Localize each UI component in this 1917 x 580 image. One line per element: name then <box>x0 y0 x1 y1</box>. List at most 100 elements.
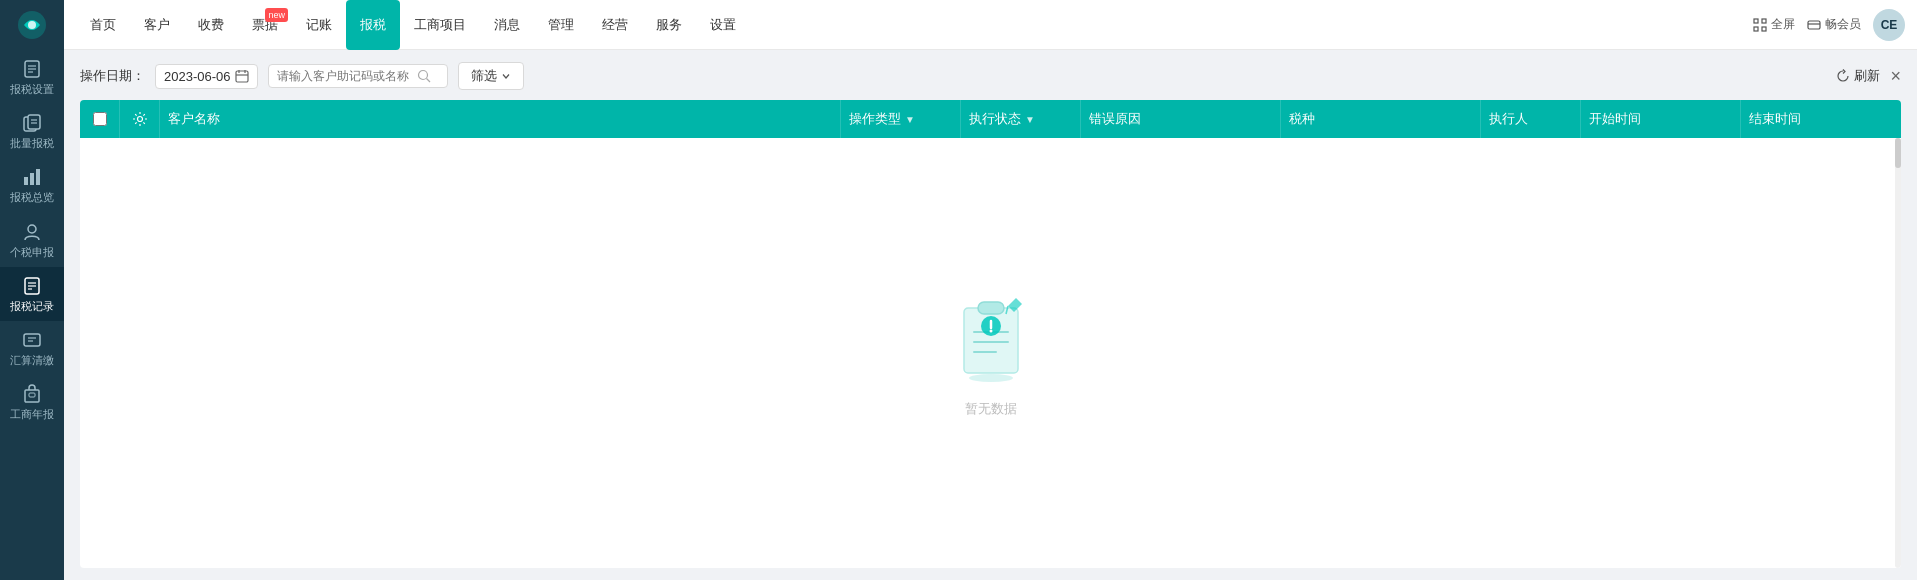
settings-icon <box>132 111 148 127</box>
svg-point-13 <box>28 225 36 233</box>
topnav: 首页 客户 收费 票据 new 记账 报税 工商项目 消息 管理 经营 <box>64 0 1917 50</box>
th-exec-status: 执行状态 ▼ <box>961 100 1081 138</box>
date-value: 2023-06-06 <box>164 69 231 84</box>
nav-shouye[interactable]: 首页 <box>76 0 130 50</box>
avatar[interactable]: CE <box>1873 9 1905 41</box>
topnav-right: 全屏 畅会员 CE <box>1753 9 1905 41</box>
filter-button[interactable]: 筛选 <box>458 62 524 90</box>
sidebar-item-piliang-baoshui[interactable]: 批量报税 <box>0 104 64 158</box>
table-header: 客户名称 操作类型 ▼ 执行状态 ▼ 错误原因 税种 执行人 <box>80 100 1901 138</box>
sidebar-item-huisuan-jiaona[interactable]: 汇算清缴 <box>0 321 64 375</box>
new-badge: new <box>265 8 288 22</box>
main-area: 首页 客户 收费 票据 new 记账 报税 工商项目 消息 管理 经营 <box>64 0 1917 580</box>
svg-rect-29 <box>236 71 248 82</box>
fullscreen-button[interactable]: 全屏 <box>1753 16 1795 33</box>
sidebar-item-gesui-shenbao-label: 个税申报 <box>10 246 54 259</box>
svg-rect-24 <box>1762 19 1766 23</box>
svg-rect-10 <box>24 177 28 185</box>
th-error-reason: 错误原因 <box>1081 100 1281 138</box>
svg-point-45 <box>969 374 1013 382</box>
th-settings[interactable] <box>120 100 160 138</box>
table-body: 暂无数据 <box>80 138 1901 568</box>
member-button[interactable]: 畅会员 <box>1807 16 1861 33</box>
sidebar-item-gesui-shenbao[interactable]: 个税申报 <box>0 213 64 267</box>
avatar-text: CE <box>1881 18 1898 32</box>
nav-gongshang-xiangmu[interactable]: 工商项目 <box>400 0 480 50</box>
svg-rect-25 <box>1754 27 1758 31</box>
svg-rect-7 <box>28 115 40 129</box>
svg-rect-21 <box>25 390 39 402</box>
sidebar-logo <box>0 0 64 50</box>
th-checkbox[interactable] <box>80 100 120 138</box>
empty-state-illustration <box>946 288 1036 388</box>
nav-baoshui[interactable]: 报税 <box>346 0 400 50</box>
search-icon <box>417 69 431 83</box>
svg-rect-12 <box>36 169 40 185</box>
nav-kehu[interactable]: 客户 <box>130 0 184 50</box>
chevron-down-icon <box>501 71 511 81</box>
th-executor: 执行人 <box>1481 100 1581 138</box>
nav-xiaoxi[interactable]: 消息 <box>480 0 534 50</box>
nav-jingying[interactable]: 经营 <box>588 0 642 50</box>
search-wrap[interactable] <box>268 64 448 88</box>
svg-rect-37 <box>978 302 1004 314</box>
toolbar: 操作日期： 2023-06-06 筛选 <box>80 62 1901 90</box>
baoshui-zongjian-icon <box>21 166 43 188</box>
gesui-shenbao-icon <box>21 221 43 243</box>
sidebar-item-gongshang-nianbao-label: 工商年报 <box>10 408 54 421</box>
baoshui-shezhi-icon <box>21 58 43 80</box>
exec-status-sort-icon: ▼ <box>1025 114 1035 125</box>
svg-rect-27 <box>1808 21 1820 29</box>
th-op-type: 操作类型 ▼ <box>841 100 961 138</box>
nav-zhang[interactable]: 记账 <box>292 0 346 50</box>
calendar-icon <box>235 69 249 83</box>
search-input[interactable] <box>277 69 417 83</box>
nav-fuwu[interactable]: 服务 <box>642 0 696 50</box>
refresh-icon <box>1836 69 1850 83</box>
svg-point-1 <box>28 21 36 29</box>
refresh-label: 刷新 <box>1854 67 1880 85</box>
fullscreen-label: 全屏 <box>1771 16 1795 33</box>
svg-rect-22 <box>29 393 35 397</box>
th-tax-type: 税种 <box>1281 100 1481 138</box>
empty-illustration: 暂无数据 <box>946 288 1036 418</box>
svg-rect-26 <box>1762 27 1766 31</box>
sidebar-item-baoshui-zongjian[interactable]: 报税总览 <box>0 158 64 212</box>
member-icon <box>1807 18 1821 32</box>
nav-piaoju[interactable]: 票据 new <box>238 0 292 50</box>
huisuan-jiaona-icon <box>21 329 43 351</box>
gongshang-nianbao-icon <box>21 383 43 405</box>
select-all-checkbox[interactable] <box>93 112 107 126</box>
sidebar-item-baoshui-zongjian-label: 报税总览 <box>10 191 54 204</box>
sidebar-item-piliang-baoshui-label: 批量报税 <box>10 137 54 150</box>
sidebar-item-baoshui-jilu[interactable]: 报税记录 <box>0 267 64 321</box>
close-button[interactable]: × <box>1890 67 1901 85</box>
svg-point-35 <box>137 117 142 122</box>
date-picker[interactable]: 2023-06-06 <box>155 64 258 89</box>
nav-shoufei[interactable]: 收费 <box>184 0 238 50</box>
date-label: 操作日期： <box>80 67 145 85</box>
sidebar-item-gongshang-nianbao[interactable]: 工商年报 <box>0 375 64 429</box>
op-type-sort-icon: ▼ <box>905 114 915 125</box>
piliang-baoshui-icon <box>21 112 43 134</box>
th-end-time: 结束时间 <box>1741 100 1901 138</box>
svg-line-34 <box>426 79 430 83</box>
sidebar-item-baoshui-shezhi-label: 报税设置 <box>10 83 54 96</box>
empty-text: 暂无数据 <box>965 400 1017 418</box>
member-label: 畅会员 <box>1825 16 1861 33</box>
fullscreen-icon <box>1753 18 1767 32</box>
nav-shezhi[interactable]: 设置 <box>696 0 750 50</box>
scrollbar-y[interactable] <box>1895 138 1901 568</box>
svg-point-43 <box>989 330 992 333</box>
svg-point-33 <box>418 71 427 80</box>
svg-rect-23 <box>1754 19 1758 23</box>
th-client-name: 客户名称 <box>160 100 841 138</box>
close-icon: × <box>1890 66 1901 86</box>
svg-rect-11 <box>30 173 34 185</box>
nav-guanli[interactable]: 管理 <box>534 0 588 50</box>
filter-label: 筛选 <box>471 67 497 85</box>
scrollbar-thumb <box>1895 138 1901 168</box>
svg-rect-18 <box>24 334 40 346</box>
refresh-button[interactable]: 刷新 <box>1836 67 1880 85</box>
sidebar-item-baoshui-shezhi[interactable]: 报税设置 <box>0 50 64 104</box>
